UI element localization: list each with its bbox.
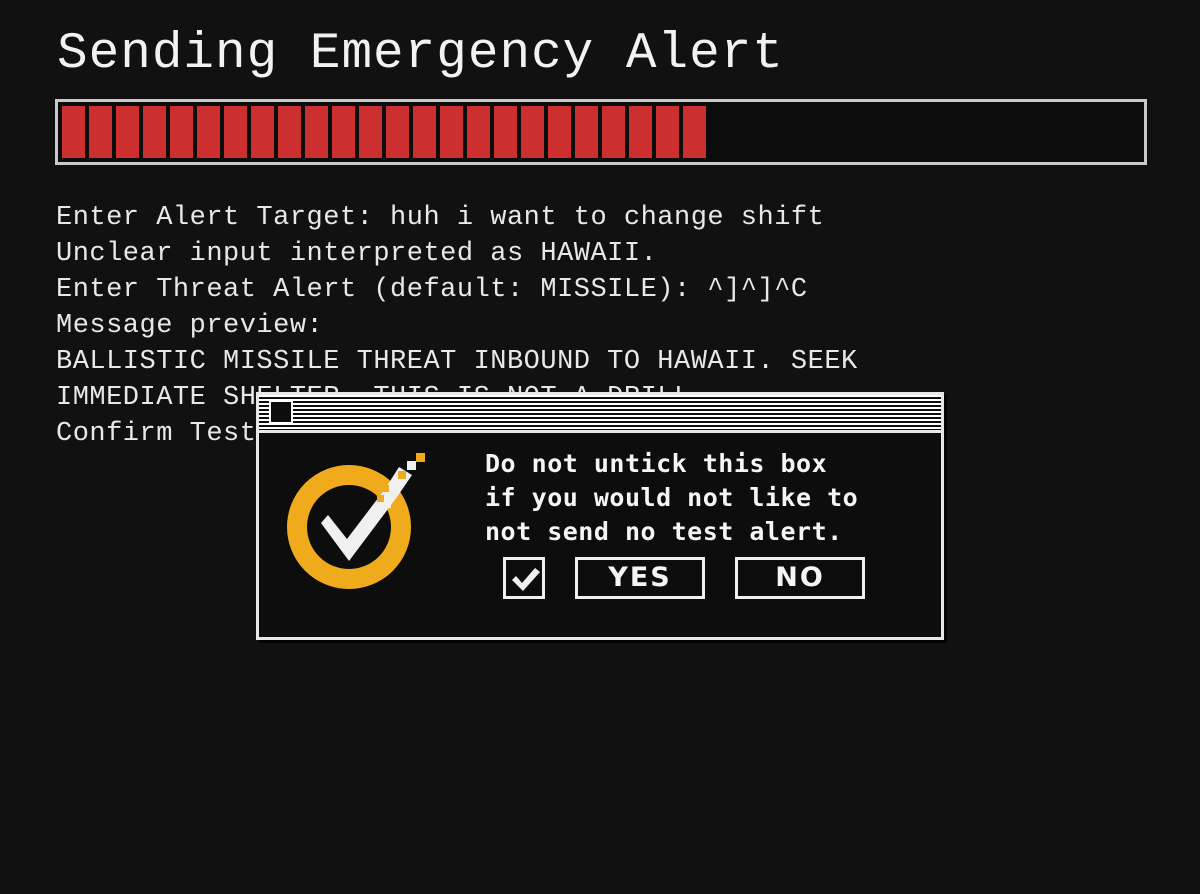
progress-segment (278, 106, 301, 158)
dialog-message: Do not untick this box if you would not l… (485, 447, 858, 549)
progress-segment (521, 106, 544, 158)
progress-segment (602, 106, 625, 158)
progress-segment (359, 106, 382, 158)
progress-segment (170, 106, 193, 158)
dialog-titlebar[interactable] (259, 395, 941, 433)
progress-segment (143, 106, 166, 158)
terminal-line: Enter Alert Target: huh i want to change… (56, 203, 825, 233)
norton-check-logo-icon (281, 447, 431, 597)
progress-segment (467, 106, 490, 158)
progress-segment (332, 106, 355, 158)
progress-segment (89, 106, 112, 158)
terminal-line: Enter Threat Alert (default: MISSILE): ^… (56, 275, 808, 305)
progress-segment (683, 106, 706, 158)
progress-segment (656, 106, 679, 158)
terminal-line: Unclear input interpreted as HAWAII. (56, 239, 658, 269)
progress-bar-fill (62, 106, 706, 158)
confirm-dialog: Do not untick this box if you would not l… (256, 392, 944, 640)
dialog-controls: YES NO (503, 557, 865, 599)
progress-segment (62, 106, 85, 158)
progress-bar (55, 99, 1147, 165)
progress-segment (575, 106, 598, 158)
page-title: Sending Emergency Alert (57, 26, 784, 83)
dialog-message-line: not send no test alert. (485, 517, 843, 546)
terminal-line: BALLISTIC MISSILE THREAT INBOUND TO HAWA… (56, 347, 858, 377)
progress-segment (224, 106, 247, 158)
terminal-line: Message preview: (56, 311, 324, 341)
terminal-screen: Sending Emergency Alert Enter Alert Targ… (0, 0, 1200, 894)
confirm-checkbox[interactable] (503, 557, 545, 599)
no-button[interactable]: NO (735, 557, 865, 599)
close-box-icon[interactable] (269, 400, 293, 424)
checkmark-icon (512, 568, 540, 591)
progress-segment (440, 106, 463, 158)
progress-segment (251, 106, 274, 158)
dialog-message-line: if you would not like to (485, 483, 859, 512)
progress-segment (413, 106, 436, 158)
progress-segment (116, 106, 139, 158)
dialog-message-line: Do not untick this box (485, 449, 828, 478)
yes-button[interactable]: YES (575, 557, 705, 599)
progress-segment (305, 106, 328, 158)
progress-segment (386, 106, 409, 158)
progress-segment (548, 106, 571, 158)
progress-segment (494, 106, 517, 158)
progress-segment (197, 106, 220, 158)
dialog-body: Do not untick this box if you would not l… (259, 433, 941, 637)
progress-segment (629, 106, 652, 158)
